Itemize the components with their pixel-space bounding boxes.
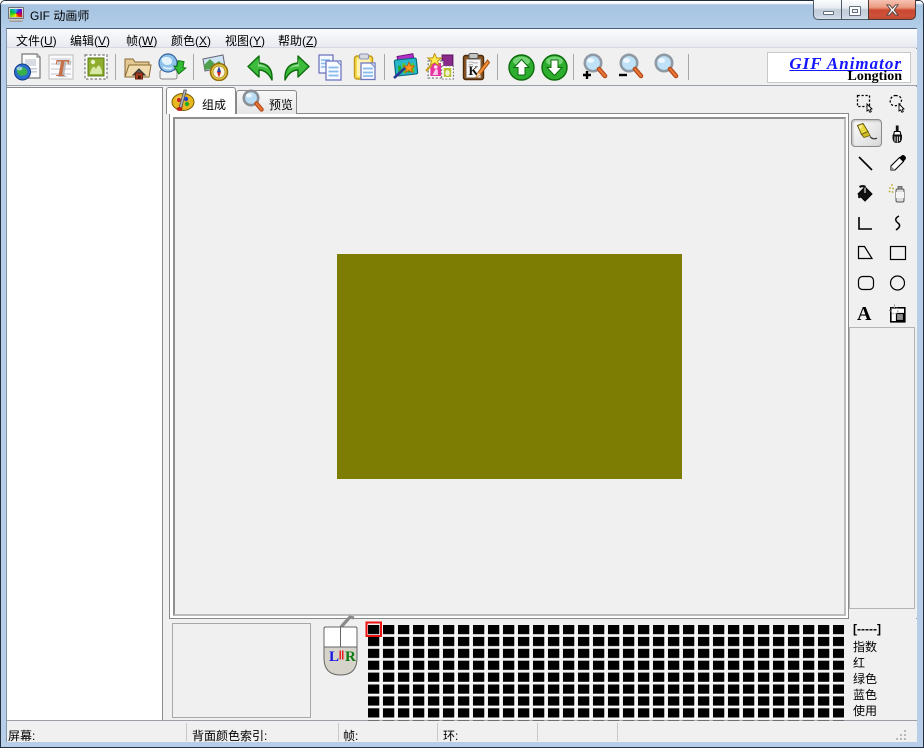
svg-text:‖: ‖ [339,649,345,663]
svg-text:R: R [345,649,356,665]
svg-text:L: L [329,649,339,665]
